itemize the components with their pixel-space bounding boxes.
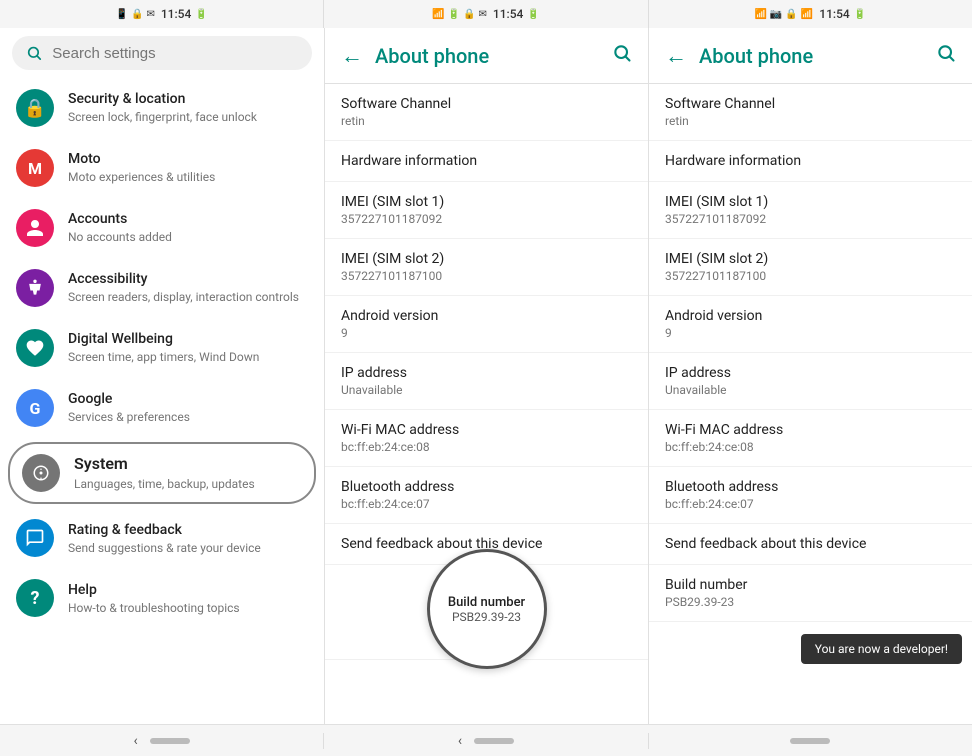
settings-item-help[interactable]: ? Help How-to & troubleshooting topics [0, 568, 324, 628]
search-input[interactable] [52, 45, 298, 62]
time-right: 11:54 [819, 7, 849, 21]
bottom-section-left: ‹ [0, 733, 324, 749]
about-item2-ip-address[interactable]: IP address Unavailable [649, 353, 972, 410]
about-title-1: About phone [375, 44, 489, 68]
accessibility-icon [16, 269, 54, 307]
status-section-right: 📶 📷 🔒 📶 11:54 🔋 [649, 0, 972, 28]
status-icons-left: 📱 🔒 ✉ [116, 9, 155, 20]
about-item2-software-channel[interactable]: Software Channel retin [649, 84, 972, 141]
about-item2-wifi-mac[interactable]: Wi-Fi MAC address bc:ff:eb:24:ce:08 [649, 410, 972, 467]
about-list-2: Software Channel retin Hardware informat… [649, 84, 972, 724]
accounts-icon [16, 209, 54, 247]
bottom-section-mid: ‹ [324, 733, 648, 749]
accessibility-title: Accessibility [68, 270, 308, 288]
about-list-1: Software Channel retin Hardware informat… [325, 84, 648, 724]
about-header-2: ← About phone [649, 28, 972, 84]
nav-dot-right [790, 738, 830, 744]
moto-subtitle: Moto experiences & utilities [68, 170, 308, 186]
about-item-hardware-info: Hardware information [325, 141, 648, 182]
security-title: Security & location [68, 90, 308, 108]
about-item2-imei1[interactable]: IMEI (SIM slot 1) 357227101187092 [649, 182, 972, 239]
about-item2-hardware-info: Hardware information [649, 141, 972, 182]
help-icon: ? [16, 579, 54, 617]
build-number-circle-overlay: Build number PSB29.39-23 [427, 549, 547, 669]
settings-item-security[interactable]: 🔒 Security & location Screen lock, finge… [0, 78, 324, 138]
search-button-1[interactable] [612, 43, 632, 68]
system-subtitle: Languages, time, backup, updates [74, 477, 302, 493]
about-title-2: About phone [699, 44, 813, 68]
nav-dot-mid [474, 738, 514, 744]
developer-toast: You are now a developer! [801, 634, 962, 664]
status-icons-right: 📶 📷 🔒 📶 [754, 9, 813, 20]
settings-panel: 🔒 Security & location Screen lock, finge… [0, 28, 325, 724]
about-item-android-version[interactable]: Android version 9 [325, 296, 648, 353]
status-section-mid: 📶 🔋 🔒 ✉ 11:54 🔋 [324, 0, 648, 28]
moto-icon: M [16, 149, 54, 187]
status-icons-mid: 📶 🔋 🔒 ✉ [432, 9, 487, 20]
about-item-build-number[interactable]: Build number PSB29.39-23 Build number PS… [325, 565, 648, 660]
settings-item-rating[interactable]: Rating & feedback Send suggestions & rat… [0, 508, 324, 568]
search-bar[interactable] [12, 36, 312, 70]
about-item-software-channel[interactable]: Software Channel retin [325, 84, 648, 141]
about-item2-bluetooth[interactable]: Bluetooth address bc:ff:eb:24:ce:07 [649, 467, 972, 524]
about-item2-android-version[interactable]: Android version 9 [649, 296, 972, 353]
main-content: 🔒 Security & location Screen lock, finge… [0, 28, 972, 724]
help-subtitle: How-to & troubleshooting topics [68, 601, 308, 617]
back-button-1[interactable]: ← [341, 43, 363, 69]
about-item-wifi-mac[interactable]: Wi-Fi MAC address bc:ff:eb:24:ce:08 [325, 410, 648, 467]
settings-item-system[interactable]: System Languages, time, backup, updates [8, 442, 316, 504]
circle-build-value: PSB29.39-23 [452, 610, 521, 624]
wellbeing-icon [16, 329, 54, 367]
google-subtitle: Services & preferences [68, 410, 308, 426]
time-mid: 11:54 [493, 7, 523, 21]
about-panel-1: ← About phone Software Channel retin Har… [325, 28, 649, 724]
about-item-imei2[interactable]: IMEI (SIM slot 2) 357227101187100 [325, 239, 648, 296]
accounts-title: Accounts [68, 210, 308, 228]
search-button-2[interactable] [936, 43, 956, 68]
time-left: 11:54 [161, 7, 191, 21]
wellbeing-title: Digital Wellbeing [68, 330, 308, 348]
about-item2-build-number[interactable]: Build number PSB29.39-23 [649, 565, 972, 622]
bottom-section-right [649, 738, 972, 744]
settings-item-moto[interactable]: M Moto Moto experiences & utilities [0, 138, 324, 198]
settings-item-wellbeing[interactable]: Digital Wellbeing Screen time, app timer… [0, 318, 324, 378]
about-item-ip-address[interactable]: IP address Unavailable [325, 353, 648, 410]
search-icon [26, 44, 42, 62]
about-item2-send-feedback[interactable]: Send feedback about this device [649, 524, 972, 565]
security-icon: 🔒 [16, 89, 54, 127]
nav-back-left[interactable]: ‹ [134, 733, 138, 749]
wellbeing-subtitle: Screen time, app timers, Wind Down [68, 350, 308, 366]
rating-subtitle: Send suggestions & rate your device [68, 541, 308, 557]
settings-item-google[interactable]: G Google Services & preferences [0, 378, 324, 438]
moto-title: Moto [68, 150, 308, 168]
status-bar: 📱 🔒 ✉ 11:54 🔋 📶 🔋 🔒 ✉ 11:54 🔋 📶 📷 🔒 📶 11… [0, 0, 972, 28]
security-subtitle: Screen lock, fingerprint, face unlock [68, 110, 308, 126]
status-section-left: 📱 🔒 ✉ 11:54 🔋 [0, 0, 324, 28]
about-header-1: ← About phone [325, 28, 648, 84]
accounts-subtitle: No accounts added [68, 230, 308, 246]
google-title: Google [68, 390, 308, 408]
nav-back-mid[interactable]: ‹ [458, 733, 462, 749]
system-title: System [74, 454, 302, 475]
about-item-bluetooth[interactable]: Bluetooth address bc:ff:eb:24:ce:07 [325, 467, 648, 524]
system-icon [22, 454, 60, 492]
settings-item-accessibility[interactable]: Accessibility Screen readers, display, i… [0, 258, 324, 318]
rating-title: Rating & feedback [68, 521, 308, 539]
about-item-imei1[interactable]: IMEI (SIM slot 1) 357227101187092 [325, 182, 648, 239]
circle-build-title: Build number [448, 595, 525, 610]
about-panel-2: ← About phone Software Channel retin Har… [649, 28, 972, 724]
back-button-2[interactable]: ← [665, 43, 687, 69]
settings-item-accounts[interactable]: Accounts No accounts added [0, 198, 324, 258]
bottom-bar: ‹ ‹ [0, 724, 972, 756]
about-item2-imei2[interactable]: IMEI (SIM slot 2) 357227101187100 [649, 239, 972, 296]
help-title: Help [68, 581, 308, 599]
rating-icon [16, 519, 54, 557]
accessibility-subtitle: Screen readers, display, interaction con… [68, 290, 308, 306]
settings-list: 🔒 Security & location Screen lock, finge… [0, 78, 324, 724]
nav-dot-left [150, 738, 190, 744]
google-icon: G [16, 389, 54, 427]
